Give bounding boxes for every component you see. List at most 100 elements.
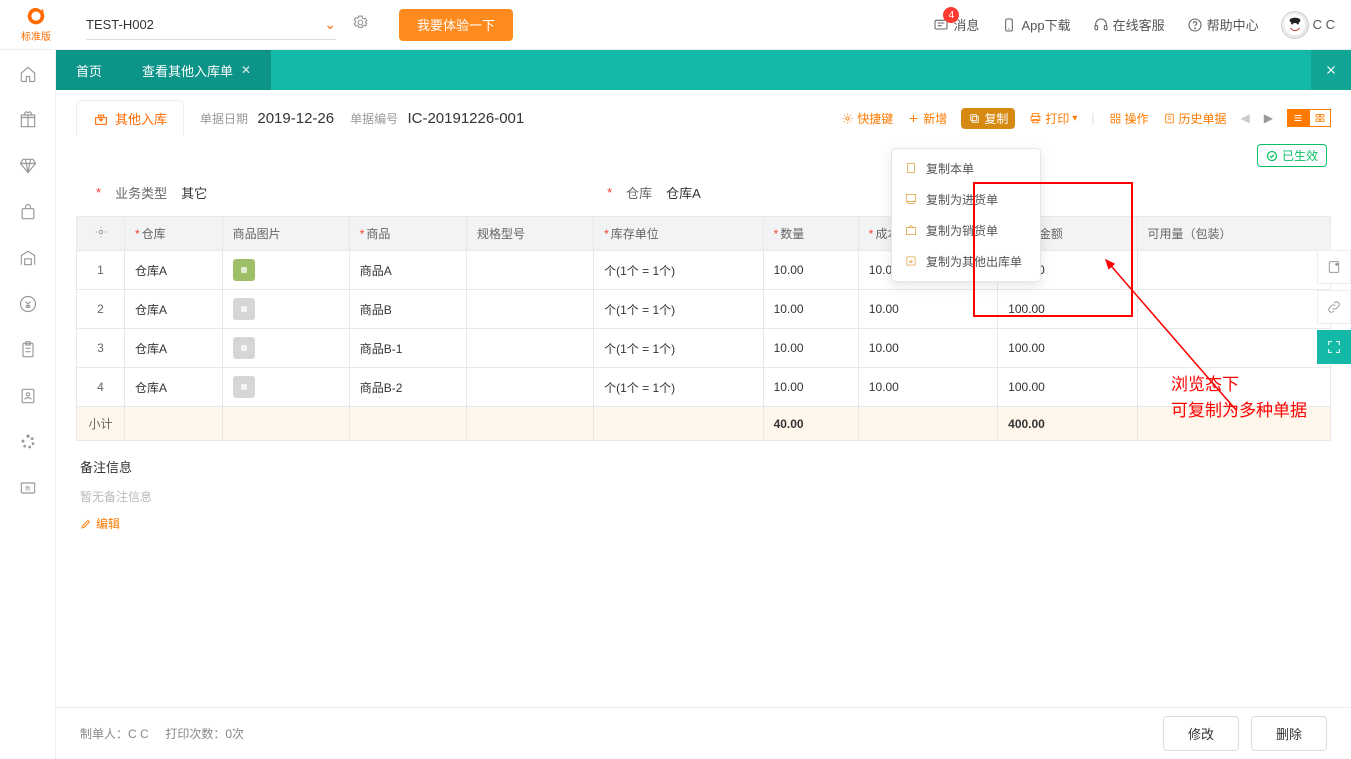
home-icon[interactable] <box>18 64 38 84</box>
cell-unit: 个(1个 = 1个) <box>594 329 763 368</box>
col-settings[interactable] <box>77 217 125 251</box>
cell-warehouse: 仓库A <box>125 329 223 368</box>
app-download-link[interactable]: App下载 <box>1001 15 1070 34</box>
card-icon <box>1314 112 1326 124</box>
cell-image <box>222 251 349 290</box>
new-icon[interactable]: 新 <box>18 478 38 498</box>
prev-button[interactable]: ◀ <box>1241 111 1250 125</box>
product-thumb <box>233 376 255 398</box>
subtotal-amount: 400.00 <box>998 407 1137 441</box>
cell-warehouse: 仓库A <box>125 368 223 407</box>
footer-bar: 制单人：C C 打印次数：0次 修改 删除 <box>56 707 1351 759</box>
history-button[interactable]: 历史单据 <box>1163 110 1227 127</box>
shortcut-button[interactable]: 快捷键 <box>841 110 893 127</box>
gear-icon <box>352 14 369 31</box>
delete-button[interactable]: 删除 <box>1251 716 1327 751</box>
inbound-icon <box>93 111 109 127</box>
contact-icon[interactable] <box>18 386 38 406</box>
diamond-icon[interactable] <box>18 156 38 176</box>
support-label: 在线客服 <box>1113 15 1165 34</box>
edit-remarks-button[interactable]: 编辑 <box>80 515 1327 532</box>
loading-icon[interactable] <box>18 432 38 452</box>
user-name: C C <box>1313 17 1335 32</box>
history-icon <box>1163 112 1176 125</box>
edit-button[interactable]: 修改 <box>1163 716 1239 751</box>
warehouse-field: *仓库 仓库A <box>607 183 701 202</box>
table-row[interactable]: 4仓库A商品B-2个(1个 = 1个)10.0010.00100.00 <box>77 368 1331 407</box>
logo-subtitle: 标准版 <box>21 28 51 43</box>
cell-image <box>222 368 349 407</box>
close-all-tabs[interactable] <box>1311 50 1351 90</box>
product-thumb <box>233 259 255 281</box>
gear-icon <box>94 225 108 239</box>
cell-avail <box>1137 251 1330 290</box>
row-index: 4 <box>77 368 125 407</box>
list-view-button[interactable] <box>1287 109 1309 127</box>
note-tool[interactable] <box>1317 250 1351 284</box>
print-button[interactable]: 打印▾ <box>1029 110 1077 127</box>
pencil-icon <box>80 518 92 530</box>
bag-icon[interactable] <box>18 202 38 222</box>
cell-product: 商品B <box>349 290 466 329</box>
cell-spec <box>467 251 594 290</box>
user-menu[interactable]: C C <box>1281 11 1335 39</box>
chevron-down-icon: ▾ <box>1072 113 1077 124</box>
copy-icon <box>968 112 981 125</box>
new-button[interactable]: 新增 <box>907 110 947 127</box>
tab-home[interactable]: 首页 <box>56 50 122 90</box>
table-row[interactable]: 3仓库A商品B-1个(1个 = 1个)10.0010.00100.00 <box>77 329 1331 368</box>
copy-this-doc[interactable]: 复制本单 <box>892 153 1040 184</box>
row-index: 2 <box>77 290 125 329</box>
table-row[interactable]: 2仓库A商品B个(1个 = 1个)10.0010.00100.00 <box>77 290 1331 329</box>
subtotal-qty: 40.00 <box>763 407 858 441</box>
help-link[interactable]: 帮助中心 <box>1187 15 1259 34</box>
warehouse-icon[interactable] <box>18 248 38 268</box>
left-sidebar: 新 <box>0 50 56 759</box>
money-icon[interactable] <box>18 294 38 314</box>
company-selector[interactable]: TEST-H002 ⌄ <box>86 10 336 40</box>
gift-icon[interactable] <box>18 110 38 130</box>
card-view-button[interactable] <box>1309 109 1331 127</box>
phone-icon <box>1001 17 1017 33</box>
col-avail: 可用量（包装） <box>1137 217 1330 251</box>
chevron-left-icon: ◀ <box>1241 111 1250 125</box>
doc-icon <box>904 161 918 175</box>
copy-as-sales[interactable]: 复制为销货单 <box>892 215 1040 246</box>
expand-tool[interactable] <box>1317 330 1351 364</box>
svg-text:新: 新 <box>25 485 31 493</box>
tabs-strip: 首页 查看其他入库单 ✕ <box>56 50 1351 90</box>
footer-info: 制单人：C C 打印次数：0次 <box>80 725 244 742</box>
close-icon[interactable]: ✕ <box>241 63 251 77</box>
doc-type-tab: 其他入库 <box>76 100 184 136</box>
link-icon <box>1326 299 1342 315</box>
messages-link[interactable]: 消息 4 <box>933 15 979 34</box>
copy-button[interactable]: 复制 <box>961 108 1015 129</box>
cell-qty: 10.00 <box>763 290 858 329</box>
remarks-title: 备注信息 <box>80 457 1327 476</box>
clipboard-icon[interactable] <box>18 340 38 360</box>
company-name: TEST-H002 <box>86 17 154 32</box>
doc-number: 单据编号 IC-20191226-001 <box>350 110 524 127</box>
copy-as-purchase[interactable]: 复制为进货单 <box>892 184 1040 215</box>
link-tool[interactable] <box>1317 290 1351 324</box>
app-download-label: App下载 <box>1021 15 1070 34</box>
col-product: *商品 <box>349 217 466 251</box>
copy-as-outbound[interactable]: 复制为其他出库单 <box>892 246 1040 277</box>
tab-view-inbound[interactable]: 查看其他入库单 ✕ <box>122 50 271 90</box>
settings-gear-button[interactable] <box>352 14 369 36</box>
export-icon <box>904 254 918 268</box>
top-right-menu: 消息 4 App下载 在线客服 帮助中心 C C <box>933 11 1335 39</box>
try-button[interactable]: 我要体验一下 <box>399 9 513 41</box>
table-row[interactable]: 1仓库A商品A个(1个 = 1个)10.0010.00100.00 <box>77 251 1331 290</box>
remarks-section: 备注信息 暂无备注信息 编辑 <box>56 441 1351 572</box>
support-link[interactable]: 在线客服 <box>1093 15 1165 34</box>
cell-amount: 100.00 <box>998 368 1137 407</box>
copy-dropdown: 复制本单 复制为进货单 复制为销货单 复制为其他出库单 <box>891 148 1041 282</box>
cell-spec <box>467 368 594 407</box>
cell-spec <box>467 290 594 329</box>
ops-button[interactable]: 操作 <box>1109 110 1149 127</box>
cell-unit: 个(1个 = 1个) <box>594 251 763 290</box>
next-button[interactable]: ▶ <box>1264 111 1273 125</box>
header-actions: 快捷键 新增 复制 打印▾ | 操作 历史单据 ◀ ▶ <box>841 108 1331 129</box>
grid-icon <box>1109 112 1122 125</box>
